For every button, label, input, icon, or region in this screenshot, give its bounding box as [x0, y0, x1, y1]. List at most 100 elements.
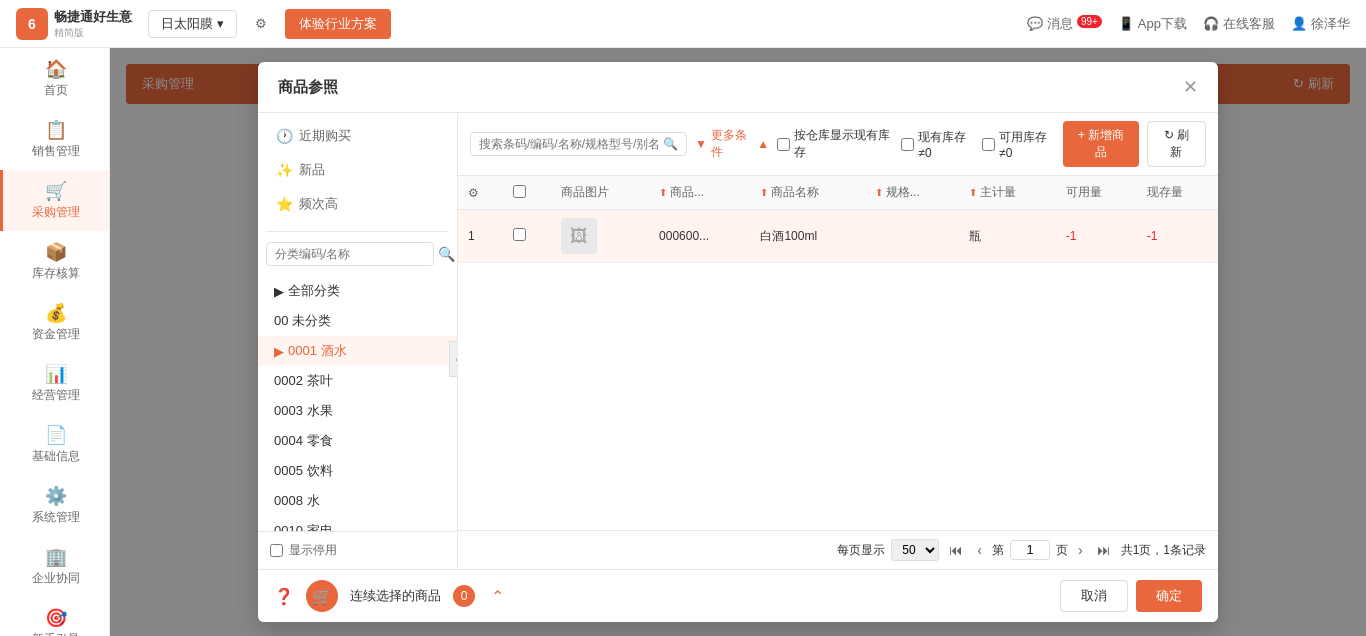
- last-page-button[interactable]: ⏭: [1093, 540, 1115, 560]
- show-disabled-label[interactable]: 显示停用: [289, 542, 337, 559]
- checkbox-stock-neq0[interactable]: 现有库存≠0: [901, 129, 974, 160]
- modal-close-button[interactable]: ✕: [1183, 76, 1198, 98]
- trial-button[interactable]: 体验行业方案: [285, 9, 391, 39]
- sidebar-item-enterprise[interactable]: 🏢 企业协同: [0, 536, 109, 597]
- category-item-0005[interactable]: 0005 饮料: [258, 456, 457, 486]
- settings-icon[interactable]: ⚙: [245, 8, 277, 40]
- user-nav-item[interactable]: 👤 徐泽华: [1291, 15, 1350, 33]
- category-item-all[interactable]: ▶ 全部分类: [258, 276, 457, 306]
- chevron-up-icon: ▲: [757, 137, 769, 151]
- category-item-0002[interactable]: 0002 茶叶: [258, 366, 457, 396]
- category-item-0001[interactable]: ▶ 0001 酒水: [258, 336, 457, 366]
- category-item-0004[interactable]: 0004 零食: [258, 426, 457, 456]
- enterprise-icon: 🏢: [45, 546, 67, 568]
- tab-recent[interactable]: 🕐 近期购买: [266, 121, 449, 151]
- available-neq0-checkbox[interactable]: [982, 138, 995, 151]
- tab-new[interactable]: ✨ 新品: [266, 155, 449, 185]
- cell-no: 1: [458, 210, 503, 263]
- message-badge: 99+: [1077, 15, 1102, 28]
- top-nav: 6 畅捷通好生意 精简版 日太阳膜 ▾ ⚙ 体验行业方案 💬 消息 99+ 📱 …: [0, 0, 1366, 48]
- col-available: 可用量: [1056, 176, 1137, 210]
- modal-title: 商品参照: [278, 78, 338, 97]
- category-search-icon[interactable]: 🔍: [438, 246, 455, 262]
- cart-count: 0: [453, 585, 475, 607]
- cart-icon[interactable]: 🛒: [306, 580, 338, 612]
- sidebar-item-operations[interactable]: 📊 经营管理: [0, 353, 109, 414]
- col-settings[interactable]: ⚙: [458, 176, 503, 210]
- left-tabs: 🕐 近期购买 ✨ 新品 ⭐ 频次高: [258, 113, 457, 227]
- category-item-0008[interactable]: 0008 水: [258, 486, 457, 516]
- modal-left-footer: 显示停用: [258, 531, 457, 569]
- inventory-icon: 📦: [45, 241, 67, 263]
- modal-toolbar: 🔍 ▼ 更多条件 ▲ 按仓库显示现有库存: [458, 113, 1218, 176]
- filter-button[interactable]: ▼ 更多条件 ▲: [695, 127, 769, 161]
- stock-neq0-checkbox[interactable]: [901, 138, 914, 151]
- app-download-nav-item[interactable]: 📱 App下载: [1118, 15, 1187, 33]
- product-table: ⚙ 商品图片: [458, 176, 1218, 263]
- collapse-panel-button[interactable]: «: [449, 341, 458, 377]
- product-search-input[interactable]: [479, 137, 659, 151]
- cell-name: 白酒100ml: [750, 210, 864, 263]
- toolbar-right: + 新增商品 ↻ 刷新: [1063, 121, 1206, 167]
- star-icon: ⭐: [276, 196, 293, 212]
- online-service-nav-item[interactable]: 🎧 在线客服: [1203, 15, 1275, 33]
- logo-text: 畅捷通好生意 精简版: [54, 8, 132, 40]
- modal-overlay: 商品参照 ✕ 🕐 近期购买 ✨: [110, 48, 1366, 636]
- cancel-button[interactable]: 取消: [1060, 580, 1128, 612]
- sales-icon: 📋: [45, 119, 67, 141]
- category-list: ▶ 全部分类 00 未分类 ▶ 0001 酒水 0002 茶: [258, 272, 457, 531]
- modal-right-panel: 🔍 ▼ 更多条件 ▲ 按仓库显示现有库存: [458, 113, 1218, 569]
- cart-label: 连续选择的商品: [350, 587, 441, 605]
- modal-body: 🕐 近期购买 ✨ 新品 ⭐ 频次高: [258, 113, 1218, 569]
- next-page-button[interactable]: ›: [1074, 540, 1087, 560]
- filter-icon: ▼: [695, 137, 707, 151]
- purchase-icon: 🛒: [45, 180, 67, 202]
- sidebar-item-guide[interactable]: 🎯 新手引导: [0, 597, 109, 636]
- refresh-button[interactable]: ↻ 刷新: [1147, 121, 1206, 167]
- category-search-input[interactable]: [266, 242, 434, 266]
- product-table-wrap: ⚙ 商品图片: [458, 176, 1218, 530]
- sidebar-item-inventory[interactable]: 📦 库存核算: [0, 231, 109, 292]
- category-item-0003[interactable]: 0003 水果: [258, 396, 457, 426]
- guide-icon: 🎯: [45, 607, 67, 629]
- sort-name-icon: ⬆: [760, 187, 768, 198]
- sidebar-item-system[interactable]: ⚙️ 系统管理: [0, 475, 109, 536]
- sidebar-item-basic[interactable]: 📄 基础信息: [0, 414, 109, 475]
- col-code[interactable]: ⬆ 商品...: [649, 176, 750, 210]
- headphone-icon: 🎧: [1203, 16, 1219, 31]
- per-page-select[interactable]: 50: [891, 539, 939, 561]
- expand-0001-icon: ▶: [274, 344, 284, 359]
- row-checkbox[interactable]: [513, 228, 526, 241]
- checkbox-warehouse[interactable]: 按仓库显示现有库存: [777, 127, 893, 161]
- first-page-button[interactable]: ⏮: [945, 540, 967, 560]
- footer-collapse-icon[interactable]: ⌃: [491, 587, 504, 606]
- sidebar-item-purchase[interactable]: 🛒 采购管理: [0, 170, 109, 231]
- confirm-button[interactable]: 确定: [1136, 580, 1202, 612]
- new-icon: ✨: [276, 162, 293, 178]
- message-nav-item[interactable]: 💬 消息 99+: [1027, 15, 1102, 33]
- warehouse-checkbox[interactable]: [777, 138, 790, 151]
- modal-footer: ❓ 🛒 连续选择的商品 0 ⌃ 取消 确定: [258, 569, 1218, 622]
- add-product-button[interactable]: + 新增商品: [1063, 121, 1139, 167]
- page-input[interactable]: [1010, 540, 1050, 560]
- col-name[interactable]: ⬆ 商品名称: [750, 176, 864, 210]
- cell-checkbox[interactable]: [503, 210, 551, 263]
- sidebar-item-finance[interactable]: 💰 资金管理: [0, 292, 109, 353]
- col-unit[interactable]: ⬆ 主计量: [959, 176, 1056, 210]
- help-icon[interactable]: ❓: [274, 587, 294, 606]
- sidebar-item-home[interactable]: 🏠 首页: [0, 48, 109, 109]
- show-disabled-checkbox[interactable]: [270, 544, 283, 557]
- tab-frequent[interactable]: ⭐ 频次高: [266, 189, 449, 219]
- sidebar-item-sales[interactable]: 📋 销售管理: [0, 109, 109, 170]
- product-search-icon[interactable]: 🔍: [663, 137, 678, 151]
- table-row[interactable]: 1 🖼 000600... 白酒100ml: [458, 210, 1218, 263]
- checkbox-available-neq0[interactable]: 可用库存≠0: [982, 129, 1055, 160]
- category-item-00[interactable]: 00 未分类: [258, 306, 457, 336]
- prev-page-button[interactable]: ‹: [973, 540, 986, 560]
- nav-dropdown[interactable]: 日太阳膜 ▾: [148, 10, 237, 38]
- select-all-checkbox[interactable]: [513, 185, 526, 198]
- category-item-0010[interactable]: 0010 家电: [258, 516, 457, 531]
- col-spec[interactable]: ⬆ 规格...: [865, 176, 959, 210]
- cell-stock: -1: [1137, 210, 1218, 263]
- home-icon: 🏠: [45, 58, 67, 80]
